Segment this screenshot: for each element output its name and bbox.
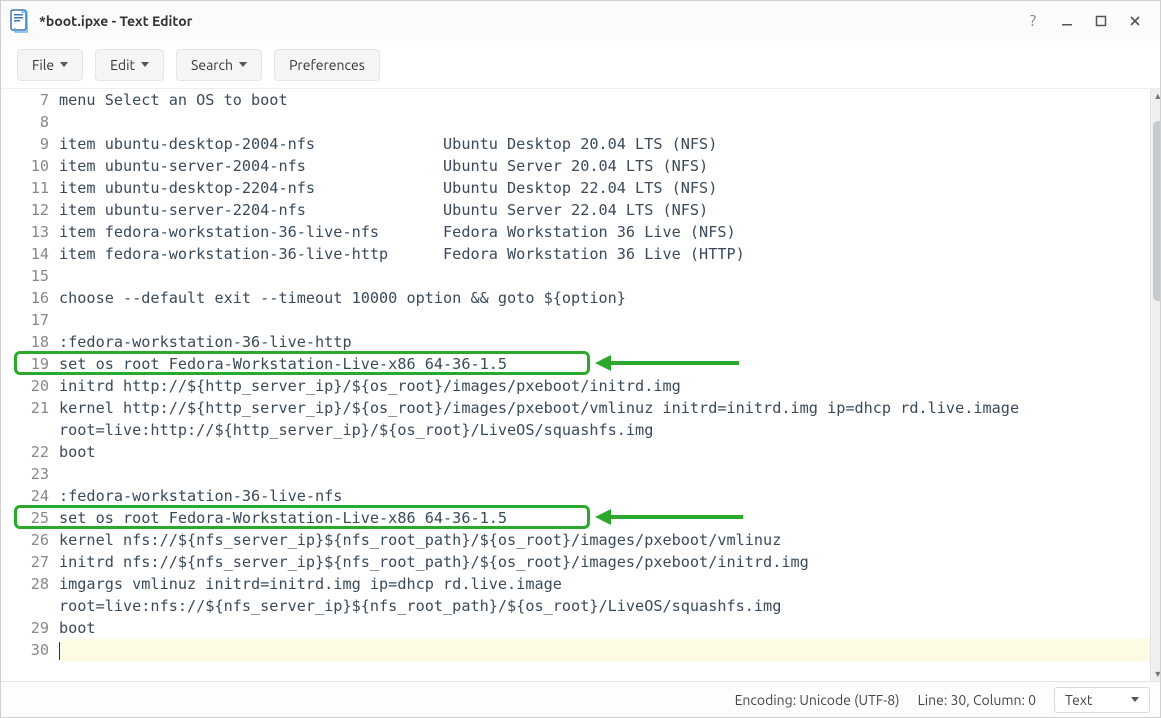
code-text[interactable]: boot (59, 441, 1150, 463)
code-line[interactable]: 27initrd nfs://${nfs_server_ip}${nfs_roo… (1, 551, 1150, 573)
code-text[interactable]: item fedora-workstation-36-live-http Fed… (59, 243, 1150, 265)
line-number: 15 (1, 265, 59, 287)
code-line[interactable]: 22boot (1, 441, 1150, 463)
code-line[interactable]: 12item ubuntu-server-2204-nfs Ubuntu Ser… (1, 199, 1150, 221)
code-line[interactable]: 13item fedora-workstation-36-live-nfs Fe… (1, 221, 1150, 243)
language-selector[interactable]: Text (1054, 687, 1150, 713)
line-number: 25 (1, 507, 59, 529)
code-line[interactable]: 11item ubuntu-desktop-2204-nfs Ubuntu De… (1, 177, 1150, 199)
code-text[interactable]: :fedora-workstation-36-live-nfs (59, 485, 1150, 507)
code-line[interactable]: 30 (1, 639, 1150, 661)
language-label: Text (1065, 692, 1092, 708)
code-line[interactable]: 23 (1, 463, 1150, 485)
code-text[interactable]: initrd nfs://${nfs_server_ip}${nfs_root_… (59, 551, 1150, 573)
title-bar: *boot.ipxe - Text Editor ? (1, 1, 1160, 41)
code-text[interactable]: set os_root Fedora-Workstation-Live-x86_… (59, 353, 1150, 375)
line-number: 16 (1, 287, 59, 309)
vertical-scrollbar[interactable]: ▲ ▼ (1150, 89, 1160, 681)
code-line[interactable]: 8 (1, 111, 1150, 133)
line-number: 17 (1, 309, 59, 331)
line-number: 11 (1, 177, 59, 199)
line-number: 21 (1, 397, 59, 419)
code-text[interactable] (59, 639, 1150, 661)
editor-area: 7menu Select an OS to boot89item ubuntu-… (1, 89, 1160, 681)
code-line[interactable]: 15 (1, 265, 1150, 287)
code-text[interactable]: item ubuntu-desktop-2004-nfs Ubuntu Desk… (59, 133, 1150, 155)
line-number: 27 (1, 551, 59, 573)
status-encoding: Encoding: Unicode (UTF-8) (735, 692, 900, 708)
code-text[interactable]: initrd http://${http_server_ip}/${os_roo… (59, 375, 1150, 397)
file-menu[interactable]: File (17, 49, 83, 81)
code-text[interactable]: menu Select an OS to boot (59, 89, 1150, 111)
scroll-thumb[interactable] (1153, 121, 1160, 301)
line-number: 28 (1, 573, 59, 595)
code-text[interactable]: item fedora-workstation-36-live-nfs Fedo… (59, 221, 1150, 243)
preferences-button[interactable]: Preferences (274, 49, 380, 81)
status-position: Line: 30, Column: 0 (918, 692, 1036, 708)
code-text[interactable]: boot (59, 617, 1150, 639)
code-line[interactable]: 29boot (1, 617, 1150, 639)
line-number: 9 (1, 133, 59, 155)
line-number: 12 (1, 199, 59, 221)
window-title: *boot.ipxe - Text Editor (39, 13, 192, 29)
code-line[interactable]: 7menu Select an OS to boot (1, 89, 1150, 111)
app-icon (9, 8, 31, 34)
line-number: 26 (1, 529, 59, 551)
code-line[interactable]: 17 (1, 309, 1150, 331)
code-line[interactable]: 24:fedora-workstation-36-live-nfs (1, 485, 1150, 507)
code-line[interactable]: 16choose --default exit --timeout 10000 … (1, 287, 1150, 309)
text-editor[interactable]: 7menu Select an OS to boot89item ubuntu-… (1, 89, 1150, 681)
line-number: 20 (1, 375, 59, 397)
text-cursor (59, 642, 60, 660)
code-line[interactable]: 21kernel http://${http_server_ip}/${os_r… (1, 397, 1150, 441)
code-line[interactable]: 28imgargs vmlinuz initrd=initrd.img ip=d… (1, 573, 1150, 617)
line-number: 30 (1, 639, 59, 661)
chevron-down-icon (141, 62, 149, 67)
chevron-down-icon (60, 62, 68, 67)
app-window: *boot.ipxe - Text Editor ? File Edit Sea… (0, 0, 1161, 718)
status-bar: Encoding: Unicode (UTF-8) Line: 30, Colu… (1, 681, 1160, 717)
code-line[interactable]: 14item fedora-workstation-36-live-http F… (1, 243, 1150, 265)
code-line[interactable]: 25set os_root Fedora-Workstation-Live-x8… (1, 507, 1150, 529)
chevron-down-icon (239, 62, 247, 67)
code-line[interactable]: 26kernel nfs://${nfs_server_ip}${nfs_roo… (1, 529, 1150, 551)
line-number: 19 (1, 353, 59, 375)
minimize-button[interactable] (1050, 7, 1084, 35)
code-line[interactable]: 20initrd http://${http_server_ip}/${os_r… (1, 375, 1150, 397)
code-text[interactable]: item ubuntu-server-2004-nfs Ubuntu Serve… (59, 155, 1150, 177)
line-number: 13 (1, 221, 59, 243)
code-line[interactable]: 10item ubuntu-server-2004-nfs Ubuntu Ser… (1, 155, 1150, 177)
scroll-up-icon[interactable]: ▲ (1151, 89, 1160, 103)
line-number: 22 (1, 441, 59, 463)
code-text[interactable]: :fedora-workstation-36-live-http (59, 331, 1150, 353)
line-number: 14 (1, 243, 59, 265)
line-number: 7 (1, 89, 59, 111)
code-text[interactable]: kernel nfs://${nfs_server_ip}${nfs_root_… (59, 529, 1150, 551)
close-button[interactable] (1118, 7, 1152, 35)
toolbar: File Edit Search Preferences (1, 41, 1160, 89)
code-line[interactable]: 9item ubuntu-desktop-2004-nfs Ubuntu Des… (1, 133, 1150, 155)
scroll-down-icon[interactable]: ▼ (1151, 667, 1160, 681)
code-text[interactable]: item ubuntu-server-2204-nfs Ubuntu Serve… (59, 199, 1150, 221)
line-number: 23 (1, 463, 59, 485)
line-number: 10 (1, 155, 59, 177)
code-text[interactable]: kernel http://${http_server_ip}/${os_roo… (59, 397, 1150, 441)
search-menu[interactable]: Search (176, 49, 262, 81)
maximize-button[interactable] (1084, 7, 1118, 35)
line-number: 18 (1, 331, 59, 353)
code-text[interactable]: choose --default exit --timeout 10000 op… (59, 287, 1150, 309)
code-text[interactable]: item ubuntu-desktop-2204-nfs Ubuntu Desk… (59, 177, 1150, 199)
help-button[interactable]: ? (1016, 7, 1050, 35)
code-line[interactable]: 19set os_root Fedora-Workstation-Live-x8… (1, 353, 1150, 375)
line-number: 8 (1, 111, 59, 133)
edit-menu[interactable]: Edit (95, 49, 164, 81)
line-number: 24 (1, 485, 59, 507)
code-text[interactable]: set os_root Fedora-Workstation-Live-x86_… (59, 507, 1150, 529)
code-line[interactable]: 18:fedora-workstation-36-live-http (1, 331, 1150, 353)
code-text[interactable]: imgargs vmlinuz initrd=initrd.img ip=dhc… (59, 573, 1150, 617)
chevron-down-icon (1131, 697, 1139, 702)
line-number: 29 (1, 617, 59, 639)
